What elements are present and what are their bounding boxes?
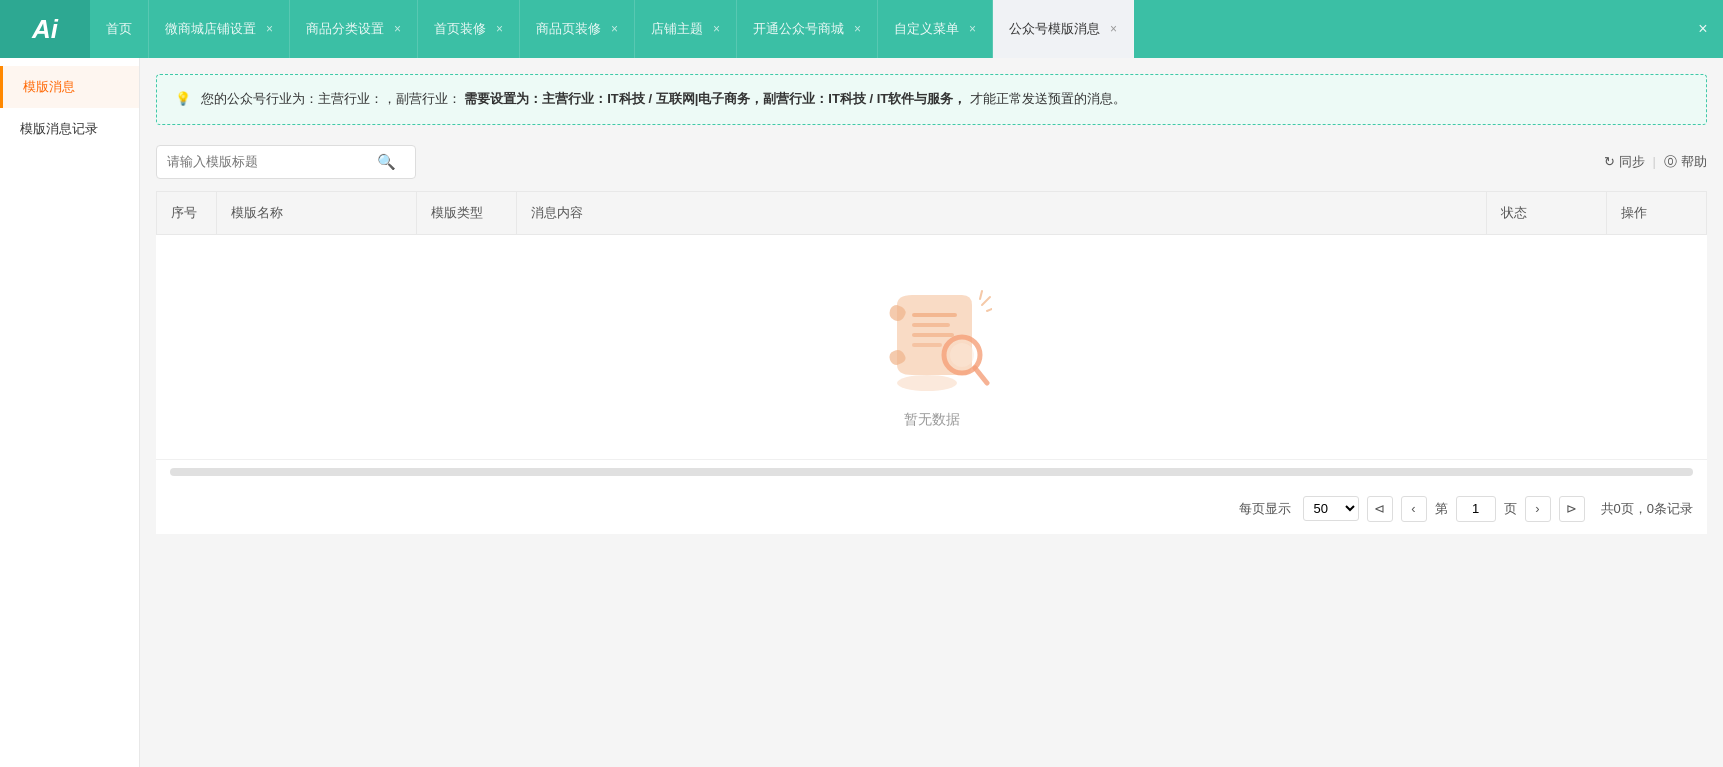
scrollbar-area: [156, 459, 1707, 484]
sidebar-item-label: 模版消息记录: [20, 121, 98, 136]
empty-text: 暂无数据: [904, 411, 960, 429]
last-page-button[interactable]: ⊳: [1559, 496, 1585, 522]
col-header-type: 模版类型: [417, 191, 517, 234]
notice-prefix: 您的公众号行业为：主营行业：，副营行业：: [201, 91, 461, 106]
tab-close-icon[interactable]: ×: [611, 22, 618, 36]
svg-line-6: [975, 368, 987, 383]
col-header-index: 序号: [157, 191, 217, 234]
page-prefix: 第: [1435, 500, 1448, 518]
col-header-name: 模版名称: [217, 191, 417, 234]
nav-tab-menu[interactable]: 自定义菜单 ×: [878, 0, 993, 58]
tab-close-icon[interactable]: ×: [394, 22, 401, 36]
horizontal-scrollbar[interactable]: [170, 468, 1693, 476]
content-area: 💡 您的公众号行业为：主营行业：，副营行业： 需要设置为：主营行业：IT科技 /…: [140, 58, 1723, 767]
svg-line-10: [980, 291, 982, 299]
help-circle-icon: ⓪: [1664, 153, 1677, 171]
nav-tab-label: 商品分类设置: [306, 20, 384, 38]
nav-tab-label: 自定义菜单: [894, 20, 959, 38]
per-page-label: 每页显示: [1239, 500, 1291, 518]
table-header-row: 序号 模版名称 模版类型 消息内容 状态 操作: [157, 191, 1707, 234]
tab-close-icon[interactable]: ×: [1110, 22, 1117, 36]
tab-close-icon[interactable]: ×: [854, 22, 861, 36]
notice-box: 💡 您的公众号行业为：主营行业：，副营行业： 需要设置为：主营行业：IT科技 /…: [156, 74, 1707, 125]
per-page-select[interactable]: 50 10 20 100: [1303, 496, 1359, 521]
total-info: 共0页，0条记录: [1601, 500, 1693, 518]
tab-close-icon[interactable]: ×: [713, 22, 720, 36]
top-nav: Ai 首页 微商城店铺设置 × 商品分类设置 × 首页装修 × 商品页装修 × …: [0, 0, 1723, 58]
sidebar-item-template-record[interactable]: 模版消息记录: [0, 108, 139, 150]
main-layout: 模版消息 模版消息记录 💡 您的公众号行业为：主营行业：，副营行业： 需要设置为…: [0, 58, 1723, 767]
nav-tab-category[interactable]: 商品分类设置 ×: [290, 0, 418, 58]
notice-highlight: 需要设置为：主营行业：IT科技 / 互联网|电子商务，副营行业：IT科技 / I…: [464, 91, 966, 106]
nav-tab-shop-settings[interactable]: 微商城店铺设置 ×: [149, 0, 290, 58]
tab-close-icon[interactable]: ×: [496, 22, 503, 36]
svg-rect-3: [912, 333, 954, 337]
pagination-row: 每页显示 50 10 20 100 ⊲ ‹ 第 页 › ⊳ 共0页，0条记录: [156, 484, 1707, 534]
col-header-content: 消息内容: [517, 191, 1487, 234]
app-logo: Ai: [0, 0, 90, 58]
empty-illustration: [872, 275, 992, 395]
nav-tab-theme[interactable]: 店铺主题 ×: [635, 0, 737, 58]
close-all-button[interactable]: ×: [1683, 0, 1723, 58]
search-input-wrap: 🔍: [156, 145, 416, 179]
svg-rect-2: [912, 323, 950, 327]
sidebar-item-label: 模版消息: [23, 79, 75, 94]
next-page-button[interactable]: ›: [1525, 496, 1551, 522]
notice-suffix: 才能正常发送预置的消息。: [970, 91, 1126, 106]
toolbar-divider: |: [1653, 154, 1656, 169]
nav-tab-label: 开通公众号商城: [753, 20, 844, 38]
tab-close-icon[interactable]: ×: [969, 22, 976, 36]
col-header-action: 操作: [1607, 191, 1707, 234]
nav-tab-label: 首页装修: [434, 20, 486, 38]
svg-line-8: [982, 297, 990, 305]
svg-rect-1: [912, 313, 957, 317]
nav-tab-home-decor[interactable]: 首页装修 ×: [418, 0, 520, 58]
nav-tab-template-msg[interactable]: 公众号模版消息 ×: [993, 0, 1134, 58]
nav-tab-product-decor[interactable]: 商品页装修 ×: [520, 0, 635, 58]
sidebar: 模版消息 模版消息记录: [0, 58, 140, 767]
toolbar-right: ↻ 同步 | ⓪ 帮助: [1604, 153, 1707, 171]
nav-tab-mall[interactable]: 开通公众号商城 ×: [737, 0, 878, 58]
nav-tab-label: 首页: [106, 20, 132, 38]
empty-state: 暂无数据: [156, 235, 1707, 459]
sync-label: 同步: [1619, 153, 1645, 171]
nav-tab-home[interactable]: 首页: [90, 0, 149, 58]
sidebar-item-template-msg[interactable]: 模版消息: [0, 66, 139, 108]
notice-bulb-icon: 💡: [175, 91, 191, 106]
help-button[interactable]: ⓪ 帮助: [1664, 153, 1707, 171]
svg-line-9: [987, 309, 992, 311]
sync-icon: ↻: [1604, 154, 1615, 169]
first-page-button[interactable]: ⊲: [1367, 496, 1393, 522]
prev-page-button[interactable]: ‹: [1401, 496, 1427, 522]
nav-tab-label: 店铺主题: [651, 20, 703, 38]
page-suffix: 页: [1504, 500, 1517, 518]
svg-rect-4: [912, 343, 942, 347]
search-input[interactable]: [167, 154, 377, 169]
help-label: 帮助: [1681, 153, 1707, 171]
svg-point-7: [950, 343, 974, 367]
tab-close-icon[interactable]: ×: [266, 22, 273, 36]
nav-tab-label: 商品页装修: [536, 20, 601, 38]
page-number-input[interactable]: [1456, 496, 1496, 522]
sync-button[interactable]: ↻ 同步: [1604, 153, 1645, 171]
svg-point-0: [897, 375, 957, 391]
data-table: 序号 模版名称 模版类型 消息内容 状态 操作: [156, 191, 1707, 235]
nav-tab-label: 微商城店铺设置: [165, 20, 256, 38]
nav-tab-label: 公众号模版消息: [1009, 20, 1100, 38]
search-row: 🔍 ↻ 同步 | ⓪ 帮助: [156, 145, 1707, 179]
col-header-status: 状态: [1487, 191, 1607, 234]
nav-tabs: 首页 微商城店铺设置 × 商品分类设置 × 首页装修 × 商品页装修 × 店铺主…: [90, 0, 1683, 58]
search-icon[interactable]: 🔍: [377, 153, 396, 171]
